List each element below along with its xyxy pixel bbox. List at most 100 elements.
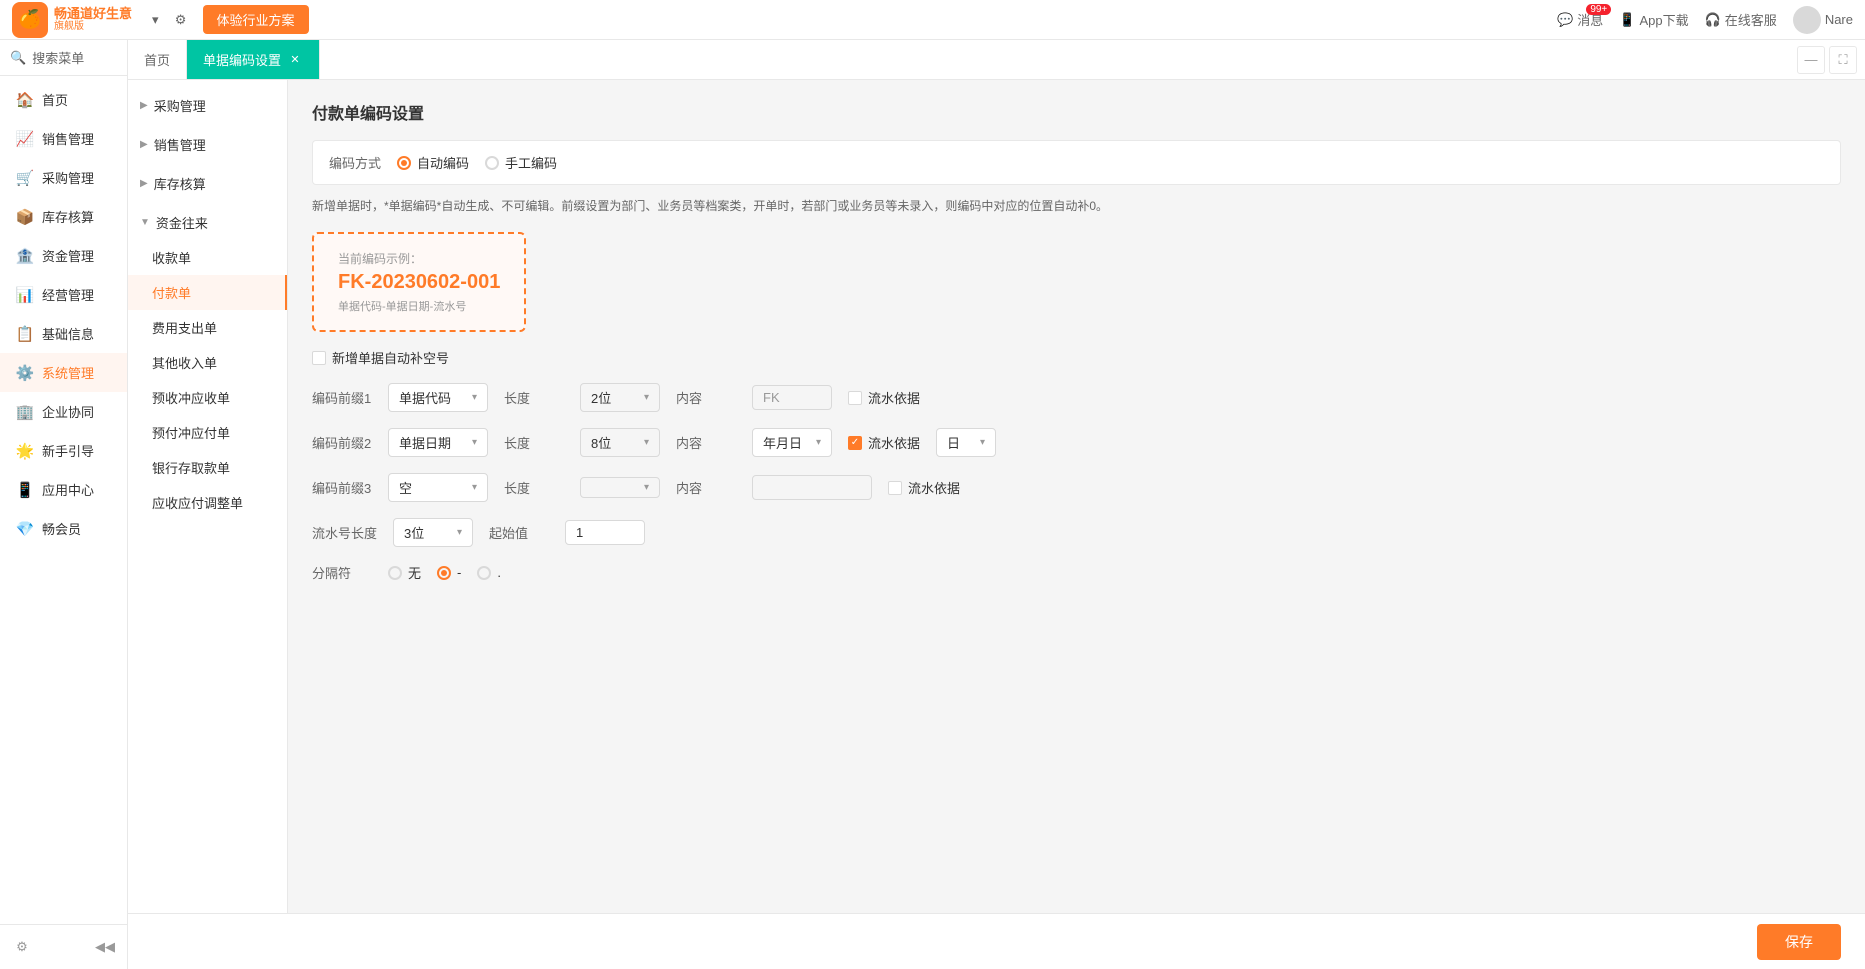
prefix3-content-input [752, 475, 872, 500]
sidebar-item-system[interactable]: ⚙️ 系统管理 [0, 353, 127, 392]
search-icon: 🔍 [10, 50, 26, 66]
sidebar-item-finance[interactable]: 🏦 资金管理 [0, 236, 127, 275]
tab-home[interactable]: 首页 [128, 40, 187, 79]
chevron-down-icon: ▾ [644, 437, 649, 448]
code-preview-label: 当前编码示例： [338, 250, 500, 267]
sub-item-bank-deposit[interactable]: 银行存取款单 [128, 450, 287, 485]
prefix1-waterflow-checkbox[interactable] [848, 391, 862, 405]
sub-group-sales-title[interactable]: ▶ 销售管理 [128, 127, 287, 162]
sub-group-inventory-title[interactable]: ▶ 库存核算 [128, 166, 287, 201]
prefix1-waterflow[interactable]: 流水依据 [848, 388, 920, 407]
prefix2-select[interactable]: 单据日期 ▾ [388, 428, 488, 457]
sidebar-nav: 🏠 首页 📈 销售管理 🛒 采购管理 📦 库存核算 🏦 资金管理 📊 经 [0, 76, 127, 924]
brand-version: 旗舰版 [54, 21, 132, 33]
sidebar-item-guide[interactable]: 🌟 新手引导 [0, 431, 127, 470]
prefix1-select[interactable]: 单据代码 ▾ [388, 383, 488, 412]
sub-group-capital-label: 资金往来 [156, 213, 208, 232]
sub-group-purchase-label: 采购管理 [154, 96, 206, 115]
sub-group-purchase-title[interactable]: ▶ 采购管理 [128, 88, 287, 123]
tab-maximize-button[interactable]: ⛶ [1829, 46, 1857, 74]
sidebar-item-apps[interactable]: 📱 应用中心 [0, 470, 127, 509]
sidebar-item-label: 应用中心 [42, 480, 94, 499]
message-icon: 💬 [1557, 12, 1573, 28]
corp-icon: 🏢 [16, 403, 34, 421]
prefix2-content-select[interactable]: 年月日 ▾ [752, 428, 832, 457]
chevron-right-icon: ▶ [140, 100, 148, 111]
tab-serial-config[interactable]: 单据编码设置 ✕ [187, 40, 320, 79]
guide-icon: 🌟 [16, 442, 34, 460]
message-button[interactable]: 💬 消息 99+ [1557, 10, 1603, 29]
prefix2-waterflow[interactable]: ✓ 流水依据 [848, 433, 920, 452]
start-value-label: 起始值 [489, 523, 549, 542]
main-panel: 付款单编码设置 编码方式 自动编码 手工编码 新增单据时，*单据编码*自动生成、… [288, 80, 1865, 913]
chevron-down-icon: ▼ [140, 217, 150, 228]
prefix2-length-label: 长度 [504, 433, 564, 452]
sidebar-item-corp[interactable]: 🏢 企业协同 [0, 392, 127, 431]
prefix2-waterflow-select[interactable]: 日 ▾ [936, 428, 996, 457]
prefix3-waterflow-checkbox[interactable] [888, 481, 902, 495]
online-service-button[interactable]: 🎧 在线客服 [1705, 10, 1777, 29]
settings-bottom-icon[interactable]: ⚙ [8, 933, 36, 961]
sub-item-expense[interactable]: 费用支出单 [128, 310, 287, 345]
sub-item-payment[interactable]: 付款单 [128, 275, 287, 310]
chevron-down-icon: ▾ [152, 12, 159, 28]
sidebar-item-member[interactable]: 💎 畅会员 [0, 509, 127, 548]
username: Nare [1825, 12, 1853, 27]
app-download-button[interactable]: 📱 App下载 [1619, 10, 1688, 29]
tab-close-icon[interactable]: ✕ [287, 52, 303, 68]
prefix3-content-label: 内容 [676, 478, 736, 497]
start-value-input[interactable] [565, 520, 645, 545]
sub-item-receipt[interactable]: 收款单 [128, 240, 287, 275]
prefix1-length-select[interactable]: 2位 ▾ [580, 383, 660, 412]
sub-item-other-income[interactable]: 其他收入单 [128, 345, 287, 380]
search-menu[interactable]: 🔍 搜索菜单 [0, 40, 127, 76]
purchase-icon: 🛒 [16, 169, 34, 187]
sidebar: 🔍 搜索菜单 🏠 首页 📈 销售管理 🛒 采购管理 📦 库存核算 🏦 [0, 40, 128, 969]
trial-button[interactable]: 体验行业方案 [203, 5, 309, 34]
serial-length-select[interactable]: 3位 ▾ [393, 518, 473, 547]
sub-group-sales: ▶ 销售管理 [128, 127, 287, 162]
apps-icon: 📱 [16, 481, 34, 499]
sep-dash-radio[interactable]: - [437, 565, 461, 580]
settings-icon[interactable]: ⚙ [167, 6, 195, 34]
prefix2-length-select[interactable]: 8位 ▾ [580, 428, 660, 457]
tab-minimize-button[interactable]: — [1797, 46, 1825, 74]
code-preview-box: 当前编码示例： FK-20230602-001 单据代码-单据日期-流水号 [312, 232, 526, 332]
sidebar-item-inventory[interactable]: 📦 库存核算 [0, 197, 127, 236]
topbar-dropdown[interactable]: ▾ [152, 12, 159, 28]
brand-logo: 🍊 [12, 2, 48, 38]
chevron-down-icon: ▾ [644, 482, 649, 493]
prefix3-waterflow[interactable]: 流水依据 [888, 478, 960, 497]
sub-group-purchase: ▶ 采购管理 [128, 88, 287, 123]
sep-dot-radio[interactable]: . [477, 565, 501, 580]
inventory-icon: 📦 [16, 208, 34, 226]
sidebar-item-sales[interactable]: 📈 销售管理 [0, 119, 127, 158]
sidebar-item-base[interactable]: 📋 基础信息 [0, 314, 127, 353]
chevron-down-icon: ▾ [980, 437, 985, 448]
system-icon: ⚙️ [16, 364, 34, 382]
sidebar-item-home[interactable]: 🏠 首页 [0, 80, 127, 119]
code-preview-desc: 单据代码-单据日期-流水号 [338, 298, 500, 314]
collapse-icon[interactable]: ◀◀ [91, 933, 119, 961]
save-button[interactable]: 保存 [1757, 924, 1841, 960]
sub-item-ar-ap-adjust[interactable]: 应收应付调整单 [128, 485, 287, 520]
prefix2-waterflow-checkbox[interactable]: ✓ [848, 436, 862, 450]
auto-fill-checkbox[interactable] [312, 351, 326, 365]
sub-item-prepay-receivable[interactable]: 预收冲应收单 [128, 380, 287, 415]
sidebar-item-purchase[interactable]: 🛒 采购管理 [0, 158, 127, 197]
sub-group-capital-title[interactable]: ▼ 资金往来 [128, 205, 287, 240]
prefix3-length-select[interactable]: ▾ [580, 477, 660, 498]
brand-text: 畅通道好生意 旗舰版 [54, 6, 132, 34]
sub-item-prepay-payable[interactable]: 预付冲应付单 [128, 415, 287, 450]
sidebar-item-label: 经营管理 [42, 285, 94, 304]
sep-none-radio-indicator [388, 566, 402, 580]
manual-code-radio[interactable]: 手工编码 [485, 153, 557, 172]
auto-code-radio[interactable]: 自动编码 [397, 153, 469, 172]
sep-none-radio[interactable]: 无 [388, 563, 421, 582]
sidebar-item-operation[interactable]: 📊 经营管理 [0, 275, 127, 314]
sidebar-item-label: 销售管理 [42, 129, 94, 148]
prefix3-select[interactable]: 空 ▾ [388, 473, 488, 502]
sidebar-item-label: 系统管理 [42, 363, 94, 382]
tabbar: 首页 单据编码设置 ✕ — ⛶ [128, 40, 1865, 80]
user-avatar[interactable]: Nare [1793, 6, 1853, 34]
